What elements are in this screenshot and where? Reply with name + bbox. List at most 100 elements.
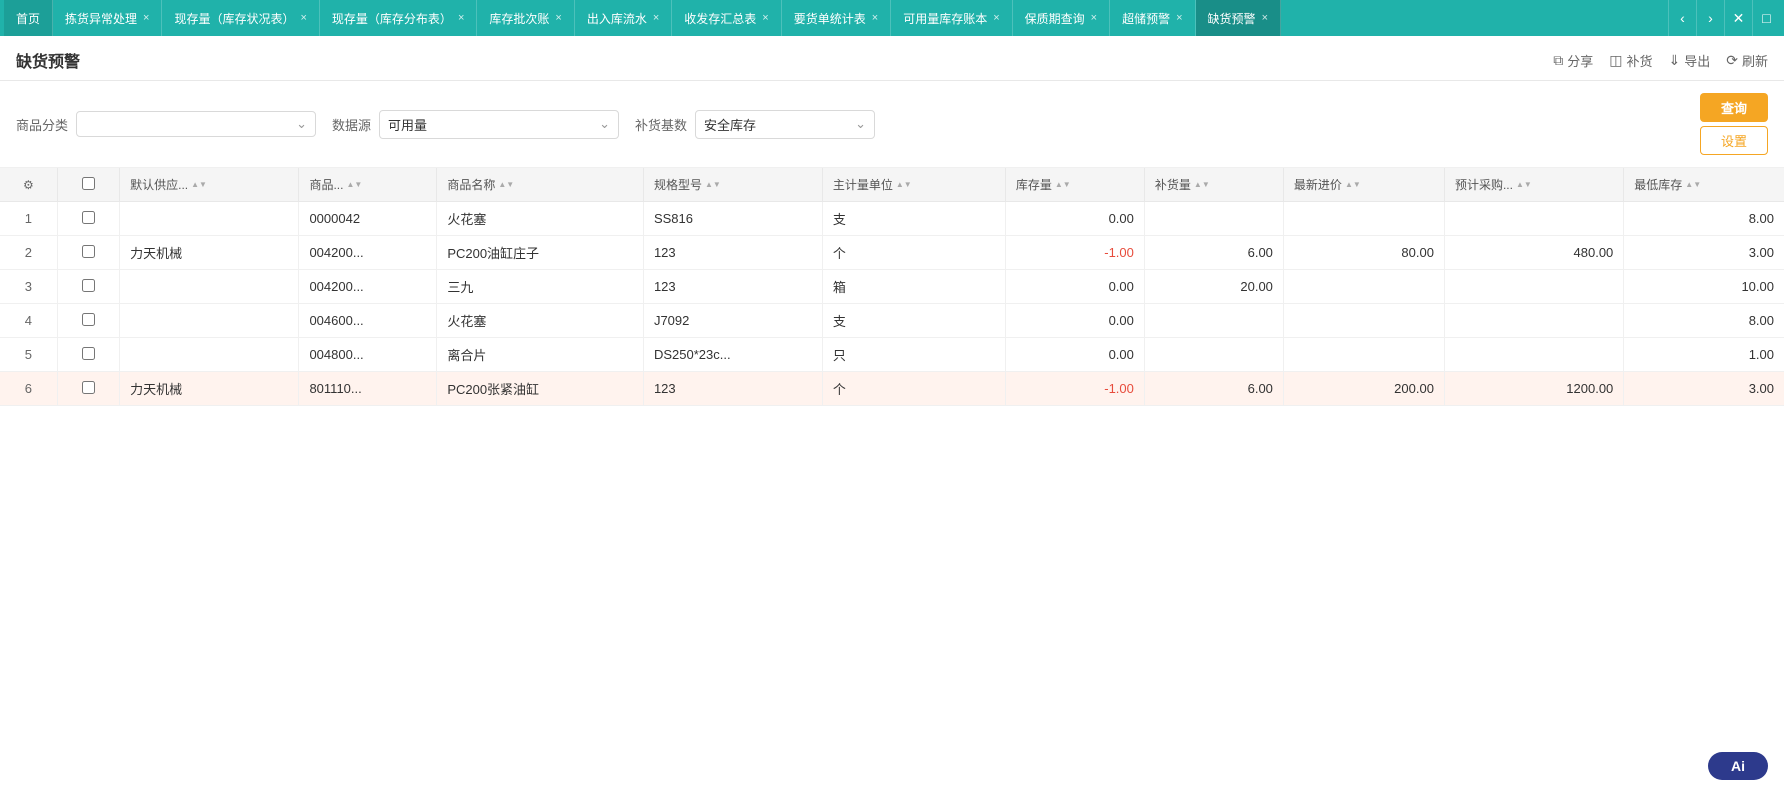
tab-nav-next[interactable]: › [1696,0,1724,36]
th-spec[interactable]: 规格型号 ▲▼ [643,168,822,202]
th-replenish[interactable]: 补货量 ▲▼ [1144,168,1283,202]
row-spec: DS250*23c... [643,338,822,372]
ai-badge[interactable]: Ai [1708,752,1768,780]
th-est-purchase[interactable]: 预计采购... ▲▼ [1444,168,1623,202]
tab-close-stock-status[interactable]: × [300,12,306,24]
th-checkbox [57,168,119,202]
row-supplier: 力天机械 [120,372,299,406]
tab-close-available[interactable]: × [993,12,999,24]
tab-picking[interactable]: 拣货异常处理 × [53,0,162,36]
row-number: 3 [25,279,32,294]
share-icon: ⧉ [1553,52,1563,69]
row-product-name: PC200张紧油缸 [437,372,644,406]
header-actions: ⧉ 分享 ◫ 补货 ⇓ 导出 ⟳ 刷新 [1553,51,1768,70]
tab-stock-dist[interactable]: 现存量（库存分布表） × [320,0,477,36]
table-row: 4 004600... 火花塞 J7092 支 0.00 8.00 [0,304,1784,338]
tab-close-summary[interactable]: × [762,12,768,24]
refresh-icon: ⟳ [1726,52,1738,69]
row-unit: 支 [822,304,1005,338]
category-select[interactable]: ⌄ [76,111,316,137]
select-all-checkbox[interactable] [82,177,95,190]
table-row: 5 004800... 离合片 DS250*23c... 只 0.00 1.00 [0,338,1784,372]
tab-nav-close[interactable]: ✕ [1724,0,1752,36]
th-settings[interactable]: ⚙ [0,168,57,202]
row-supplier [120,304,299,338]
row-checkbox-cell[interactable] [57,338,119,372]
tab-nav-prev[interactable]: ‹ [1668,0,1696,36]
th-latest-price[interactable]: 最新进价 ▲▼ [1283,168,1444,202]
row-checkbox-cell[interactable] [57,236,119,270]
product-code-sort-icon: ▲▼ [346,181,362,189]
row-est-purchase: 1200.00 [1444,372,1623,406]
datasource-select[interactable]: 可用量 ⌄ [379,110,619,139]
settings-button[interactable]: 设置 [1700,126,1768,155]
stock-sort-icon: ▲▼ [1055,181,1071,189]
tab-nav-buttons: ‹ › ✕ □ [1668,0,1780,36]
tab-stock-status[interactable]: 现存量（库存状况表） × [162,0,319,36]
tab-overstock[interactable]: 超储预警 × [1110,0,1195,36]
row-checkbox[interactable] [82,211,95,224]
th-product-code[interactable]: 商品... ▲▼ [299,168,437,202]
tab-close-overstock[interactable]: × [1176,12,1182,24]
table-container: ⚙ 默认供应... ▲▼ 商品... ▲▼ [0,168,1784,406]
row-num-cell: 5 [0,338,57,372]
table-row: 6 力天机械 801110... PC200张紧油缸 123 个 -1.00 6… [0,372,1784,406]
row-replenish: 6.00 [1144,372,1283,406]
tab-close-requisition[interactable]: × [872,12,878,24]
tab-close-expiry[interactable]: × [1091,12,1097,24]
th-min-stock[interactable]: 最低库存 ▲▼ [1624,168,1784,202]
tab-flow[interactable]: 出入库流水 × [575,0,672,36]
row-checkbox[interactable] [82,313,95,326]
th-supplier[interactable]: 默认供应... ▲▼ [120,168,299,202]
row-number: 5 [25,347,32,362]
category-arrow-icon: ⌄ [296,116,307,132]
table-row: 1 0000042 火花塞 SS816 支 0.00 8.00 [0,202,1784,236]
tab-available[interactable]: 可用量库存账本 × [891,0,1012,36]
row-checkbox-cell[interactable] [57,202,119,236]
replenish-base-select[interactable]: 安全库存 ⌄ [695,110,875,139]
tab-home[interactable]: 首页 [4,0,53,36]
th-stock[interactable]: 库存量 ▲▼ [1005,168,1144,202]
th-product-name[interactable]: 商品名称 ▲▼ [437,168,644,202]
row-product-code: 0000042 [299,202,437,236]
tab-summary[interactable]: 收发存汇总表 × [672,0,781,36]
row-num-cell: 4 [0,304,57,338]
data-table: ⚙ 默认供应... ▲▼ 商品... ▲▼ [0,168,1784,406]
row-min-stock: 1.00 [1624,338,1784,372]
tab-shortage[interactable]: 缺货预警 × [1196,0,1281,36]
row-checkbox-cell[interactable] [57,372,119,406]
export-button[interactable]: ⇓ 导出 [1669,51,1711,70]
tab-nav-restore[interactable]: □ [1752,0,1780,36]
row-number: 4 [25,313,32,328]
row-stock: 0.00 [1005,270,1144,304]
row-checkbox-cell[interactable] [57,270,119,304]
tab-close-stock-dist[interactable]: × [458,12,464,24]
row-checkbox[interactable] [82,347,95,360]
th-unit[interactable]: 主计量单位 ▲▼ [822,168,1005,202]
refresh-button[interactable]: ⟳ 刷新 [1726,51,1768,70]
replenish-button[interactable]: ◫ 补货 [1609,51,1652,70]
tab-expiry[interactable]: 保质期查询 × [1013,0,1110,36]
row-stock: -1.00 [1005,236,1144,270]
row-latest-price [1283,338,1444,372]
supplier-sort-icon: ▲▼ [191,181,207,189]
row-checkbox[interactable] [82,245,95,258]
row-est-purchase [1444,338,1623,372]
tab-close-picking[interactable]: × [143,12,149,24]
share-button[interactable]: ⧉ 分享 [1553,51,1593,70]
row-est-purchase [1444,202,1623,236]
row-checkbox-cell[interactable] [57,304,119,338]
row-checkbox[interactable] [82,381,95,394]
tab-requisition[interactable]: 要货单统计表 × [782,0,891,36]
row-number: 1 [25,211,32,226]
tab-close-flow[interactable]: × [653,12,659,24]
row-supplier [120,202,299,236]
row-replenish: 20.00 [1144,270,1283,304]
row-spec: 123 [643,372,822,406]
latest-price-sort-icon: ▲▼ [1345,181,1361,189]
tab-close-shortage[interactable]: × [1262,12,1268,24]
tab-batch[interactable]: 库存批次账 × [477,0,574,36]
row-checkbox[interactable] [82,279,95,292]
query-button[interactable]: 查询 [1700,93,1768,122]
tab-close-batch[interactable]: × [555,12,561,24]
